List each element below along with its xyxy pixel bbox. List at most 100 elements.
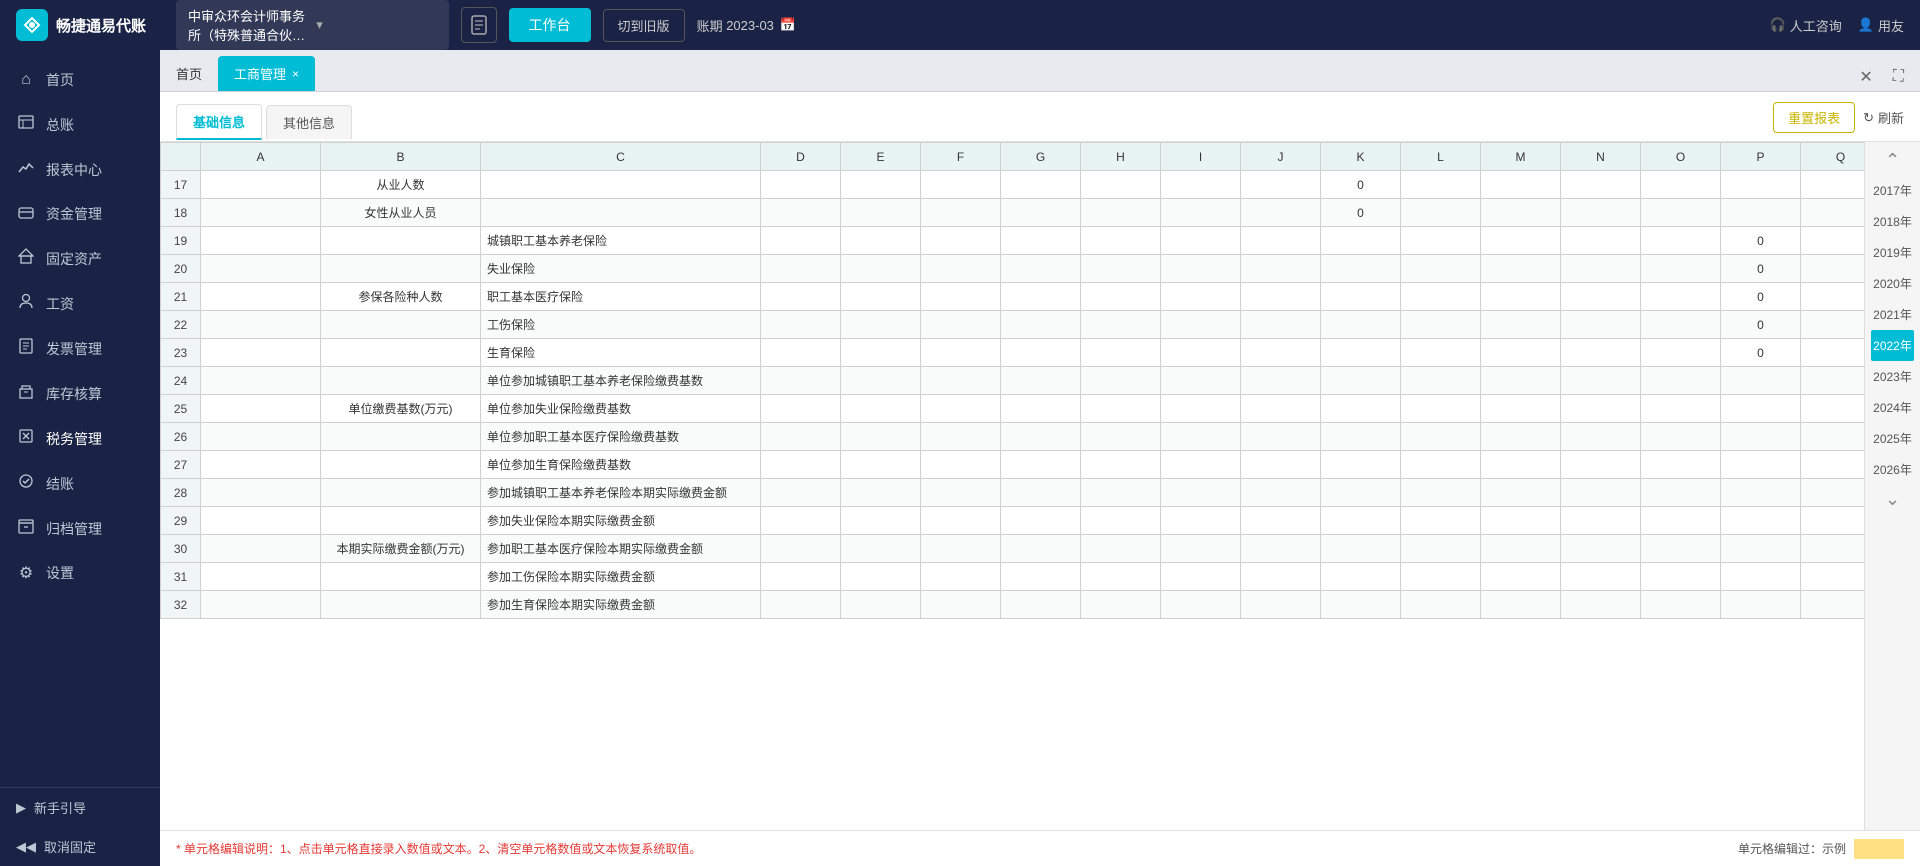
cell-e[interactable] bbox=[841, 535, 921, 563]
cell-d[interactable] bbox=[761, 367, 841, 395]
cell-q[interactable] bbox=[1801, 311, 1865, 339]
sidebar-item-archive[interactable]: 归档管理 bbox=[0, 506, 160, 551]
cell-l[interactable] bbox=[1401, 451, 1481, 479]
cell-h[interactable] bbox=[1081, 479, 1161, 507]
cell-a[interactable] bbox=[201, 507, 321, 535]
cell-l[interactable] bbox=[1401, 171, 1481, 199]
cell-d[interactable] bbox=[761, 339, 841, 367]
cell-m[interactable] bbox=[1481, 395, 1561, 423]
sidebar-item-home[interactable]: ⌂ 首页 bbox=[0, 58, 160, 102]
cell-g[interactable] bbox=[1001, 535, 1081, 563]
cell-m[interactable] bbox=[1481, 311, 1561, 339]
cell-d[interactable] bbox=[761, 563, 841, 591]
maximize-icon[interactable]: ⛶ bbox=[1889, 64, 1908, 90]
cell-a[interactable] bbox=[201, 563, 321, 591]
cell-k[interactable] bbox=[1321, 451, 1401, 479]
cell-g[interactable] bbox=[1001, 171, 1081, 199]
year-item[interactable]: 2023年 bbox=[1871, 361, 1914, 392]
cell-f[interactable] bbox=[921, 451, 1001, 479]
cell-k[interactable] bbox=[1321, 311, 1401, 339]
cell-l[interactable] bbox=[1401, 591, 1481, 619]
cell-c[interactable]: 参加城镇职工基本养老保险本期实际缴费金额 bbox=[481, 479, 761, 507]
cell-p[interactable] bbox=[1721, 171, 1801, 199]
cell-e[interactable] bbox=[841, 367, 921, 395]
cell-l[interactable] bbox=[1401, 255, 1481, 283]
cell-i[interactable] bbox=[1161, 367, 1241, 395]
cell-c[interactable]: 城镇职工基本养老保险 bbox=[481, 227, 761, 255]
cell-k[interactable] bbox=[1321, 255, 1401, 283]
cell-i[interactable] bbox=[1161, 395, 1241, 423]
cell-o[interactable] bbox=[1641, 423, 1721, 451]
sidebar-item-invoices[interactable]: 发票管理 bbox=[0, 326, 160, 371]
cell-q[interactable] bbox=[1801, 339, 1865, 367]
cell-j[interactable] bbox=[1241, 395, 1321, 423]
tab-close-icon[interactable]: × bbox=[292, 67, 299, 81]
cell-q[interactable] bbox=[1801, 395, 1865, 423]
cell-f[interactable] bbox=[921, 227, 1001, 255]
cell-g[interactable] bbox=[1001, 395, 1081, 423]
cell-i[interactable] bbox=[1161, 227, 1241, 255]
cell-h[interactable] bbox=[1081, 283, 1161, 311]
year-item[interactable]: 2019年 bbox=[1871, 237, 1914, 268]
cell-m[interactable] bbox=[1481, 479, 1561, 507]
cell-h[interactable] bbox=[1081, 367, 1161, 395]
cell-m[interactable] bbox=[1481, 339, 1561, 367]
cell-c[interactable]: 参加职工基本医疗保险本期实际缴费金额 bbox=[481, 535, 761, 563]
year-item[interactable]: 2021年 bbox=[1871, 299, 1914, 330]
cell-g[interactable] bbox=[1001, 451, 1081, 479]
cell-e[interactable] bbox=[841, 283, 921, 311]
cell-p[interactable] bbox=[1721, 507, 1801, 535]
cell-f[interactable] bbox=[921, 423, 1001, 451]
cell-n[interactable] bbox=[1561, 255, 1641, 283]
cell-d[interactable] bbox=[761, 423, 841, 451]
cell-p[interactable] bbox=[1721, 451, 1801, 479]
cell-o[interactable] bbox=[1641, 563, 1721, 591]
cell-l[interactable] bbox=[1401, 199, 1481, 227]
cell-b[interactable] bbox=[321, 311, 481, 339]
sidebar-item-payroll[interactable]: 工资 bbox=[0, 281, 160, 326]
cell-k[interactable]: 0 bbox=[1321, 199, 1401, 227]
cell-e[interactable] bbox=[841, 563, 921, 591]
cell-i[interactable] bbox=[1161, 423, 1241, 451]
cell-e[interactable] bbox=[841, 451, 921, 479]
cell-j[interactable] bbox=[1241, 339, 1321, 367]
cell-o[interactable] bbox=[1641, 535, 1721, 563]
cell-k[interactable] bbox=[1321, 507, 1401, 535]
user-menu[interactable]: 👤 用友 bbox=[1858, 16, 1904, 35]
cell-c[interactable]: 参加生育保险本期实际缴费金额 bbox=[481, 591, 761, 619]
cell-j[interactable] bbox=[1241, 171, 1321, 199]
cell-g[interactable] bbox=[1001, 563, 1081, 591]
cell-e[interactable] bbox=[841, 171, 921, 199]
cell-l[interactable] bbox=[1401, 479, 1481, 507]
cell-b[interactable] bbox=[321, 451, 481, 479]
cell-j[interactable] bbox=[1241, 255, 1321, 283]
cell-i[interactable] bbox=[1161, 451, 1241, 479]
cell-k[interactable]: 0 bbox=[1321, 171, 1401, 199]
cell-q[interactable] bbox=[1801, 199, 1865, 227]
cell-i[interactable] bbox=[1161, 479, 1241, 507]
cell-q[interactable] bbox=[1801, 451, 1865, 479]
cell-b[interactable]: 女性从业人员 bbox=[321, 199, 481, 227]
year-item[interactable]: 2017年 bbox=[1871, 175, 1914, 206]
cell-b[interactable] bbox=[321, 507, 481, 535]
cell-b[interactable] bbox=[321, 255, 481, 283]
cell-m[interactable] bbox=[1481, 283, 1561, 311]
cell-h[interactable] bbox=[1081, 311, 1161, 339]
year-panel-down[interactable]: ⌄ bbox=[1865, 485, 1920, 514]
cell-m[interactable] bbox=[1481, 507, 1561, 535]
cell-p[interactable] bbox=[1721, 591, 1801, 619]
cell-e[interactable] bbox=[841, 591, 921, 619]
cell-l[interactable] bbox=[1401, 423, 1481, 451]
cell-a[interactable] bbox=[201, 227, 321, 255]
cell-e[interactable] bbox=[841, 255, 921, 283]
cell-h[interactable] bbox=[1081, 451, 1161, 479]
workbench-button[interactable]: 工作台 bbox=[509, 8, 591, 42]
sidebar-item-ledger[interactable]: 总账 bbox=[0, 102, 160, 147]
cell-j[interactable] bbox=[1241, 199, 1321, 227]
cell-j[interactable] bbox=[1241, 507, 1321, 535]
cell-e[interactable] bbox=[841, 507, 921, 535]
cell-m[interactable] bbox=[1481, 171, 1561, 199]
cell-n[interactable] bbox=[1561, 395, 1641, 423]
cell-i[interactable] bbox=[1161, 283, 1241, 311]
cell-b[interactable]: 参保各险种人数 bbox=[321, 283, 481, 311]
